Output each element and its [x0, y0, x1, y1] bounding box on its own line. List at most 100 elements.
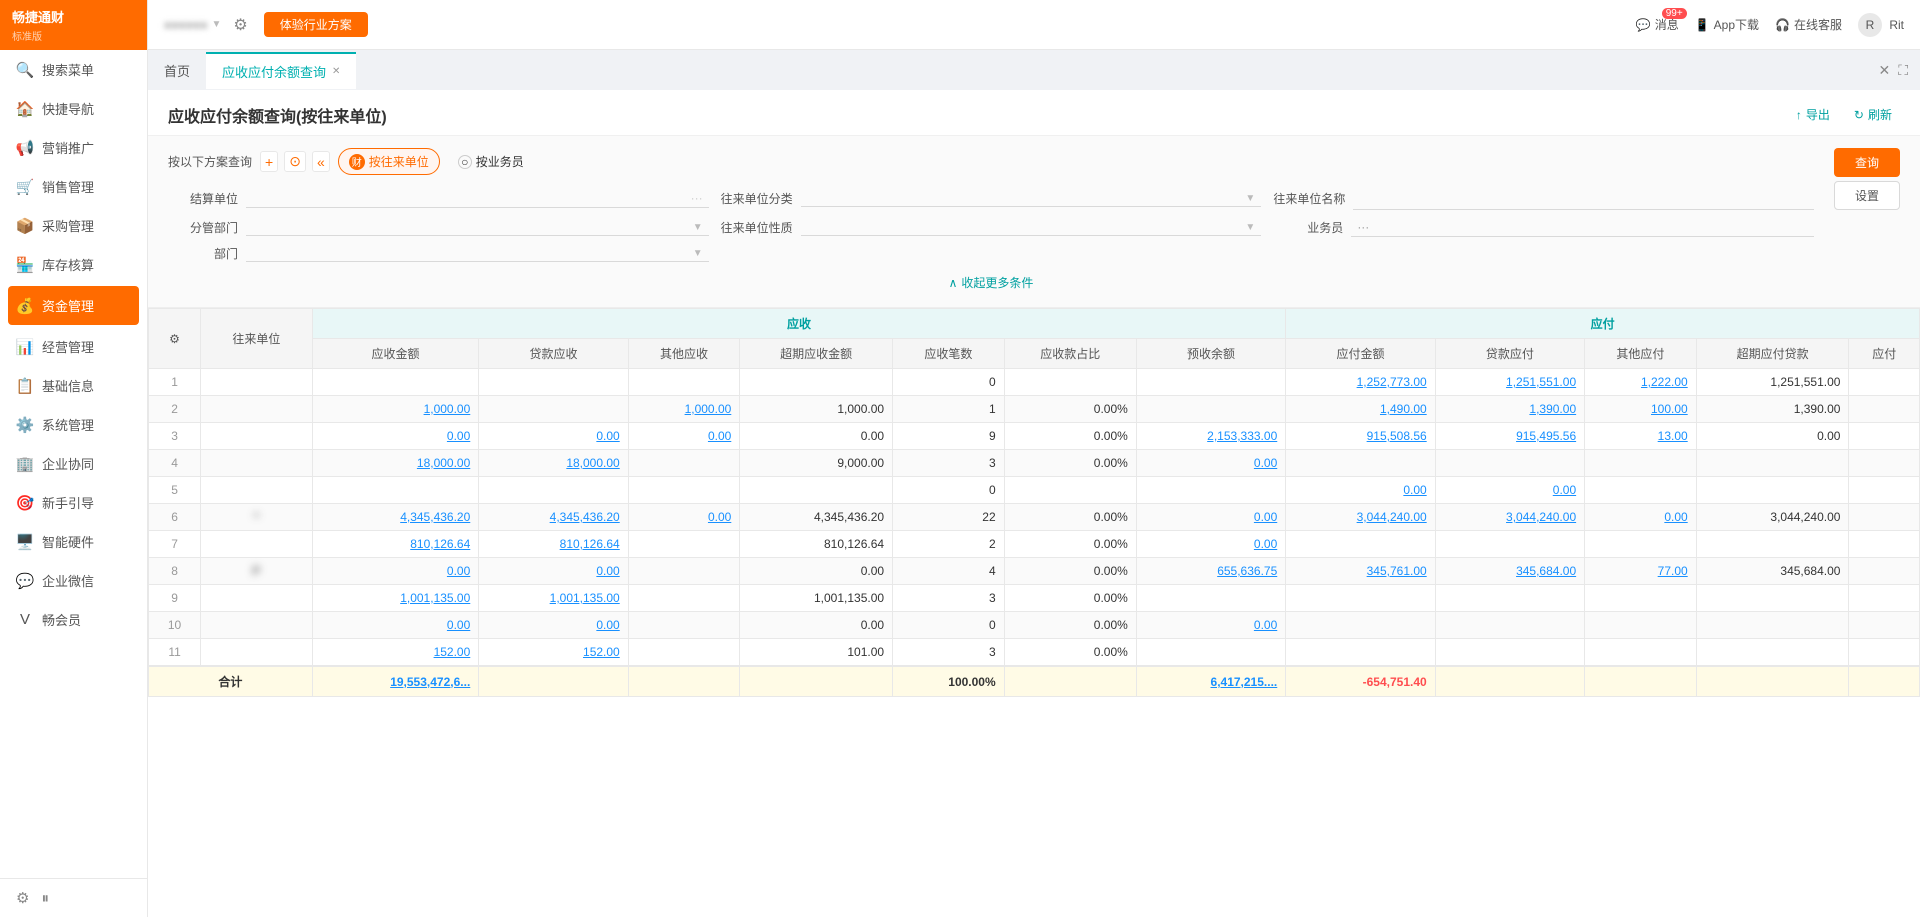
page-content: 应收应付余额查询(按往来单位) ↑ 导出 ↻ 刷新 按以下方案查询: [148, 90, 1920, 917]
wanglai-name-input[interactable]: [1353, 187, 1814, 210]
sidebar-item-sales[interactable]: 🛒 销售管理: [0, 167, 147, 206]
filter-option-partner[interactable]: 财 按往来单位: [338, 148, 440, 175]
setting-button[interactable]: 设置: [1834, 181, 1900, 210]
page-header: 应收应付余额查询(按往来单位) ↑ 导出 ↻ 刷新: [148, 90, 1920, 136]
edit-scheme-button[interactable]: ⊙: [284, 151, 306, 172]
refresh-button[interactable]: ↻ 刷新: [1846, 102, 1900, 127]
sidebar-item-marketing[interactable]: 📢 营销推广: [0, 128, 147, 167]
sidebar-item-finance[interactable]: 💰 资金管理: [8, 286, 139, 325]
query-button[interactable]: 查询: [1834, 148, 1900, 177]
sidebar-item-hardware[interactable]: 🖥️ 智能硬件: [0, 522, 147, 561]
clipboard-icon: 📋: [16, 377, 34, 395]
filter-tabs: 按以下方案查询 + ⊙ « 财 按往来单位 ○ 按业务员: [168, 148, 1814, 175]
sidebar-logo-text: 畅捷通财: [12, 7, 64, 26]
wanglai-classify-arrow-icon: ▼: [1245, 193, 1255, 204]
filter-tab-icons: + ⊙ «: [260, 151, 330, 172]
maximize-window-icon[interactable]: ⛶: [1898, 62, 1908, 79]
topbar-promo-button[interactable]: 体验行业方案: [264, 12, 368, 37]
filter-option-partner-label: 按往来单位: [369, 153, 429, 170]
sidebar-item-purchase[interactable]: 📦 采购管理: [0, 206, 147, 245]
footer-label: 合计: [149, 666, 313, 697]
topbar: ■■■■■■ ▼ ⚙ 体验行业方案 💬 消息 99+ 📱 App下载 🎧 在线客…: [148, 0, 1920, 50]
sidebar-item-inventory[interactable]: 🏪 库存核算: [0, 245, 147, 284]
table-body: 101,252,773.001,251,551.001,222.001,251,…: [149, 369, 1920, 667]
filter-collapse-button[interactable]: ∧ 收起更多条件: [168, 270, 1814, 295]
service-label: 在线客服: [1794, 16, 1842, 33]
footer-ys-ratio: 100.00%: [893, 666, 1005, 697]
col-yf-amount: 应付金额: [1286, 339, 1435, 369]
jiesuan-dots-icon[interactable]: ···: [691, 191, 703, 205]
box-icon: 📦: [16, 217, 34, 235]
sidebar-item-label-purchase: 采购管理: [42, 216, 94, 235]
store-icon: 🏪: [16, 256, 34, 274]
table-row: 100.000.000.0000.00%0.00: [149, 612, 1920, 639]
col-ys-loan: 贷款应收: [479, 339, 628, 369]
sidebar-item-system[interactable]: ⚙️ 系统管理: [0, 405, 147, 444]
topbar-messages[interactable]: 💬 消息 99+: [1636, 16, 1679, 33]
export-button[interactable]: ↑ 导出: [1788, 102, 1838, 127]
col-yf-col: 应付: [1849, 339, 1920, 369]
footer-ys-amount[interactable]: 19,553,472,6...: [312, 666, 479, 697]
sidebar-item-search[interactable]: 🔍 搜索菜单: [0, 50, 147, 89]
filter-option-salesperson[interactable]: ○ 按业务员: [448, 149, 534, 174]
table-row: 6^4,345,436.204,345,436.200.004,345,436.…: [149, 504, 1920, 531]
topbar-gear-icon[interactable]: ⚙: [233, 15, 247, 35]
app-label: App下载: [1714, 16, 1759, 33]
collapse-scheme-button[interactable]: «: [312, 151, 330, 172]
wanglai-name-label: 往来单位名称: [1273, 190, 1345, 207]
sidebar-item-corp[interactable]: 🏢 企业协同: [0, 444, 147, 483]
tab-home[interactable]: 首页: [148, 53, 206, 88]
tab-arbalance[interactable]: 应收应付余额查询 ✕: [206, 52, 356, 89]
tab-close-icon[interactable]: ✕: [332, 66, 340, 77]
add-scheme-button[interactable]: +: [260, 151, 278, 172]
wanglai-nature-select[interactable]: ▼: [801, 220, 1262, 236]
sidebar-item-member[interactable]: V 畅会员: [0, 600, 147, 639]
salesperson-select[interactable]: ···: [1351, 218, 1814, 237]
jiesuan-select[interactable]: ···: [246, 189, 709, 208]
sidebar-item-guide[interactable]: 🎯 新手引导: [0, 483, 147, 522]
filter-field-jiesuan: 结算单位 ···: [168, 187, 709, 210]
col-settings-icon[interactable]: ⚙: [169, 332, 180, 346]
sidebar-item-label-search: 搜索菜单: [42, 60, 94, 79]
col-ys-prepay: 预收余额: [1136, 339, 1285, 369]
col-ys-ratio: 应收款占比: [1004, 339, 1136, 369]
money-icon: 💰: [16, 297, 34, 315]
sidebar-item-base[interactable]: 📋 基础信息: [0, 366, 147, 405]
query-btn-wrap: 查询 设置: [1826, 148, 1900, 210]
dept-arrow-icon: ▼: [693, 248, 703, 259]
topbar-app-download[interactable]: 📱 App下载: [1695, 16, 1759, 33]
table-footer: 合计 19,553,472,6... 100.00% 6,417,215....…: [149, 666, 1920, 697]
export-icon: ↑: [1796, 108, 1802, 122]
close-window-icon[interactable]: ✕: [1878, 62, 1890, 79]
sidebar-item-label-sales: 销售管理: [42, 177, 94, 196]
target-icon: 🎯: [16, 494, 34, 512]
partner-option-icon: 财: [349, 154, 365, 170]
jiesuan-label: 结算单位: [168, 190, 238, 207]
footer-yf-amount: -654,751.40: [1286, 666, 1435, 697]
sidebar-item-operations[interactable]: 📊 经营管理: [0, 327, 147, 366]
sidebar-item-label-base: 基础信息: [42, 376, 94, 395]
breadcrumb-chevron: ▼: [212, 19, 222, 30]
sidebar-item-weixin[interactable]: 💬 企业微信: [0, 561, 147, 600]
topbar-service[interactable]: 🎧 在线客服: [1775, 16, 1842, 33]
collapse-icon[interactable]: ⏸: [41, 890, 49, 907]
app-icon: 📱: [1695, 18, 1710, 32]
wanglai-classify-select[interactable]: ▼: [801, 191, 1262, 207]
sidebar-item-quicknav[interactable]: 🏠 快捷导航: [0, 89, 147, 128]
col-settings-header[interactable]: ⚙: [149, 309, 201, 369]
sidebar-item-label-corp: 企业协同: [42, 454, 94, 473]
table-row: 11152.00152.00101.0030.00%: [149, 639, 1920, 667]
dept-manage-select[interactable]: ▼: [246, 220, 709, 236]
filter-field-wanglai-name: 往来单位名称: [1273, 187, 1814, 210]
sidebar-item-label-marketing: 营销推广: [42, 138, 94, 157]
search-icon: 🔍: [16, 61, 34, 79]
filter-field-dept: 部门 ▼: [168, 245, 709, 262]
sidebar-item-label-guide: 新手引导: [42, 493, 94, 512]
settings-bottom-icon[interactable]: ⚙: [16, 889, 29, 907]
dept-select[interactable]: ▼: [246, 246, 709, 262]
sidebar-logo: 畅捷通财 标准版: [0, 0, 147, 50]
footer-ys-prepay[interactable]: 6,417,215....: [1136, 666, 1285, 697]
topbar-user[interactable]: R Rit: [1858, 13, 1904, 37]
gear-icon: ⚙️: [16, 416, 34, 434]
user-name: Rit: [1889, 18, 1904, 32]
